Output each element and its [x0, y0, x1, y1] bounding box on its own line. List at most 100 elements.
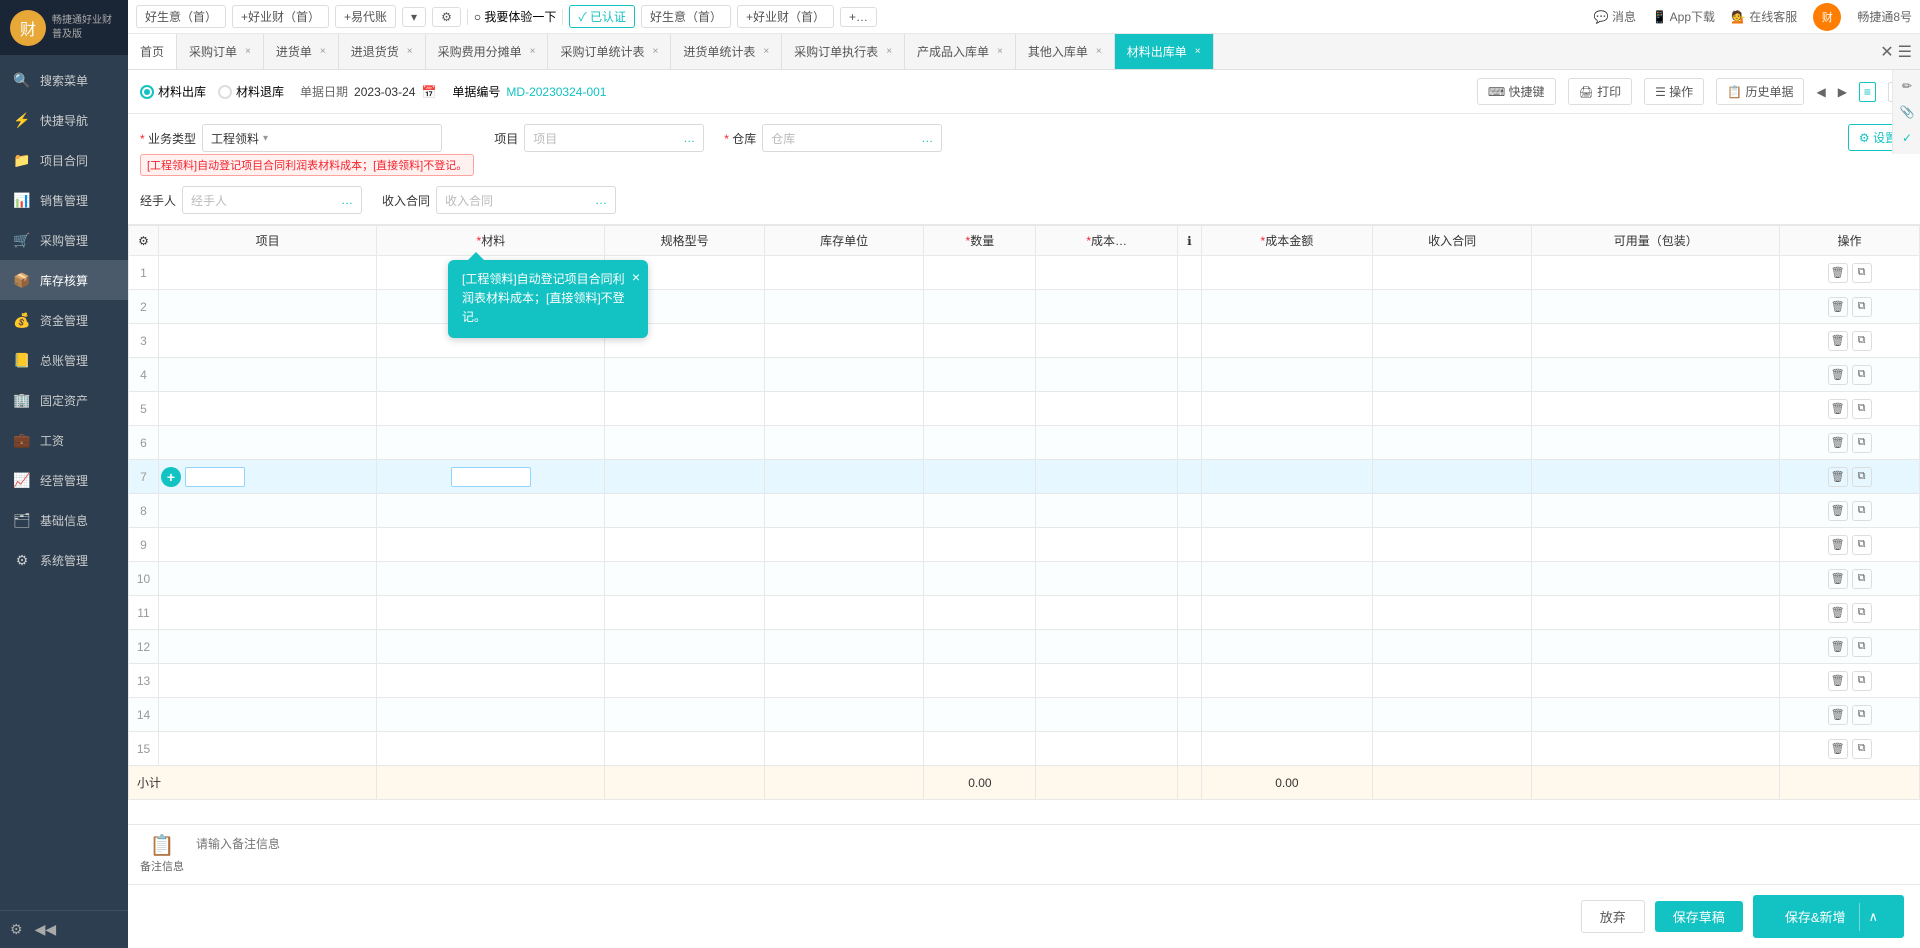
topbar-tag-good-wealth2[interactable]: +好业财（首）: [737, 5, 834, 28]
right-panel-check[interactable]: ✓: [1895, 126, 1919, 150]
copy-row-1[interactable]: ⧉: [1852, 263, 1872, 283]
business-type-input[interactable]: 工程领料 ▾: [202, 124, 442, 152]
cell-unit-5[interactable]: [764, 392, 923, 426]
cell-cost-amount-1[interactable]: [1201, 256, 1372, 290]
cell-income-contract-1[interactable]: [1372, 256, 1531, 290]
calendar-icon[interactable]: 📅: [421, 85, 436, 99]
cell-available-qty-11[interactable]: [1532, 596, 1780, 630]
delete-row-14[interactable]: 🗑: [1828, 705, 1848, 725]
cell-spec-5[interactable]: [605, 392, 764, 426]
cell-available-qty-3[interactable]: [1532, 324, 1780, 358]
cell-cost-amount-3[interactable]: [1201, 324, 1372, 358]
cell-cost-amount-13[interactable]: [1201, 664, 1372, 698]
tab-close-other-in[interactable]: ×: [1096, 46, 1102, 57]
copy-row-8[interactable]: ⧉: [1852, 501, 1872, 521]
sidebar-item-salary[interactable]: 💼 工资: [0, 420, 128, 460]
topbar-tag-good-wealth[interactable]: +好业财（首）: [232, 5, 329, 28]
cell-cost-price-5[interactable]: [1036, 392, 1178, 426]
right-panel-attach[interactable]: 📎: [1895, 100, 1919, 124]
cell-project-13[interactable]: [159, 664, 377, 698]
copy-row-12[interactable]: ⧉: [1852, 637, 1872, 657]
cell-unit-7[interactable]: [764, 460, 923, 494]
topbar-settings[interactable]: ⚙: [432, 7, 461, 27]
right-panel-edit[interactable]: ✏: [1895, 74, 1919, 98]
delete-row-5[interactable]: 🗑: [1828, 399, 1848, 419]
cell-spec-10[interactable]: [605, 562, 764, 596]
cell-cost-amount-14[interactable]: [1201, 698, 1372, 732]
cell-cost-price-6[interactable]: [1036, 426, 1178, 460]
sidebar-item-inventory[interactable]: 📦 库存核算: [0, 260, 128, 300]
cell-cost-price-11[interactable]: [1036, 596, 1178, 630]
cell-spec-13[interactable]: [605, 664, 764, 698]
tab-close-material-out[interactable]: ×: [1195, 46, 1201, 57]
save-new-button[interactable]: 保存&新增 ∧: [1753, 895, 1904, 938]
cell-available-qty-7[interactable]: [1532, 460, 1780, 494]
tab-close-goods-stats[interactable]: ×: [763, 46, 769, 57]
delete-row-13[interactable]: 🗑: [1828, 671, 1848, 691]
nav-next-icon[interactable]: ▶: [1838, 85, 1847, 99]
shortcut-btn[interactable]: ⌨ 快捷键: [1477, 78, 1556, 105]
cell-quantity-11[interactable]: [924, 596, 1036, 630]
copy-row-2[interactable]: ⧉: [1852, 297, 1872, 317]
cell-income-contract-13[interactable]: [1372, 664, 1531, 698]
sidebar-item-base[interactable]: 🗂 基础信息: [0, 500, 128, 540]
sidebar-item-funds[interactable]: 💰 资金管理: [0, 300, 128, 340]
cell-cost-price-12[interactable]: [1036, 630, 1178, 664]
cell-material-13[interactable]: [377, 664, 605, 698]
copy-row-6[interactable]: ⧉: [1852, 433, 1872, 453]
tab-goods-return[interactable]: 进退货货 ×: [339, 34, 426, 70]
topbar-experience[interactable]: ○ 我要体验一下: [474, 8, 557, 25]
discard-button[interactable]: 放弃: [1581, 900, 1645, 933]
cell-cost-amount-9[interactable]: [1201, 528, 1372, 562]
cell-quantity-12[interactable]: [924, 630, 1036, 664]
cell-project-6[interactable]: [159, 426, 377, 460]
print-btn[interactable]: 🖨 打印: [1568, 78, 1633, 105]
cell-quantity-4[interactable]: [924, 358, 1036, 392]
cell-quantity-2[interactable]: [924, 290, 1036, 324]
cell-project-7[interactable]: +: [159, 460, 377, 494]
cell-spec-8[interactable]: [605, 494, 764, 528]
cell-cost-price-9[interactable]: [1036, 528, 1178, 562]
cell-quantity-10[interactable]: [924, 562, 1036, 596]
cell-cost-price-3[interactable]: [1036, 324, 1178, 358]
cell-quantity-9[interactable]: [924, 528, 1036, 562]
cell-project-1[interactable]: [159, 256, 377, 290]
cell-unit-1[interactable]: [764, 256, 923, 290]
cell-quantity-14[interactable]: [924, 698, 1036, 732]
tab-other-in[interactable]: 其他入库单 ×: [1016, 34, 1115, 70]
handler-input[interactable]: 经手人 …: [182, 186, 362, 214]
cell-spec-11[interactable]: [605, 596, 764, 630]
sidebar-item-search[interactable]: 🔍 搜索菜单: [0, 60, 128, 100]
tab-goods-stats[interactable]: 进货单统计表 ×: [671, 34, 782, 70]
cell-income-contract-3[interactable]: [1372, 324, 1531, 358]
sidebar-item-project[interactable]: 📁 项目合同: [0, 140, 128, 180]
row-project-input-7[interactable]: [185, 467, 245, 487]
cell-income-contract-10[interactable]: [1372, 562, 1531, 596]
cell-available-qty-14[interactable]: [1532, 698, 1780, 732]
cell-project-4[interactable]: [159, 358, 377, 392]
cell-unit-13[interactable]: [764, 664, 923, 698]
cell-cost-price-13[interactable]: [1036, 664, 1178, 698]
customer-service-action[interactable]: 💁 在线客服: [1731, 8, 1797, 25]
collapse-icon[interactable]: ◀◀: [35, 921, 57, 938]
cell-unit-14[interactable]: [764, 698, 923, 732]
delete-row-2[interactable]: 🗑: [1828, 297, 1848, 317]
cell-income-contract-14[interactable]: [1372, 698, 1531, 732]
tab-close-finished-goods[interactable]: ×: [997, 46, 1003, 57]
app-download-action[interactable]: 📱 App下载: [1652, 8, 1715, 25]
cell-material-7[interactable]: [377, 460, 605, 494]
message-action[interactable]: 💬 消息: [1594, 8, 1636, 25]
tab-order-exec[interactable]: 采购订单执行表 ×: [782, 34, 905, 70]
save-new-arrow[interactable]: ∧: [1859, 903, 1886, 931]
cell-material-11[interactable]: [377, 596, 605, 630]
copy-row-10[interactable]: ⧉: [1852, 569, 1872, 589]
cell-income-contract-6[interactable]: [1372, 426, 1531, 460]
sidebar-item-assets[interactable]: 🏢 固定资产: [0, 380, 128, 420]
tab-finished-goods[interactable]: 产成品入库单 ×: [905, 34, 1016, 70]
tab-close-goods-return[interactable]: ×: [407, 46, 413, 57]
cell-project-2[interactable]: [159, 290, 377, 324]
tab-close-purchase-fee[interactable]: ×: [530, 46, 536, 57]
cell-unit-4[interactable]: [764, 358, 923, 392]
cell-available-qty-1[interactable]: [1532, 256, 1780, 290]
cell-income-contract-7[interactable]: [1372, 460, 1531, 494]
